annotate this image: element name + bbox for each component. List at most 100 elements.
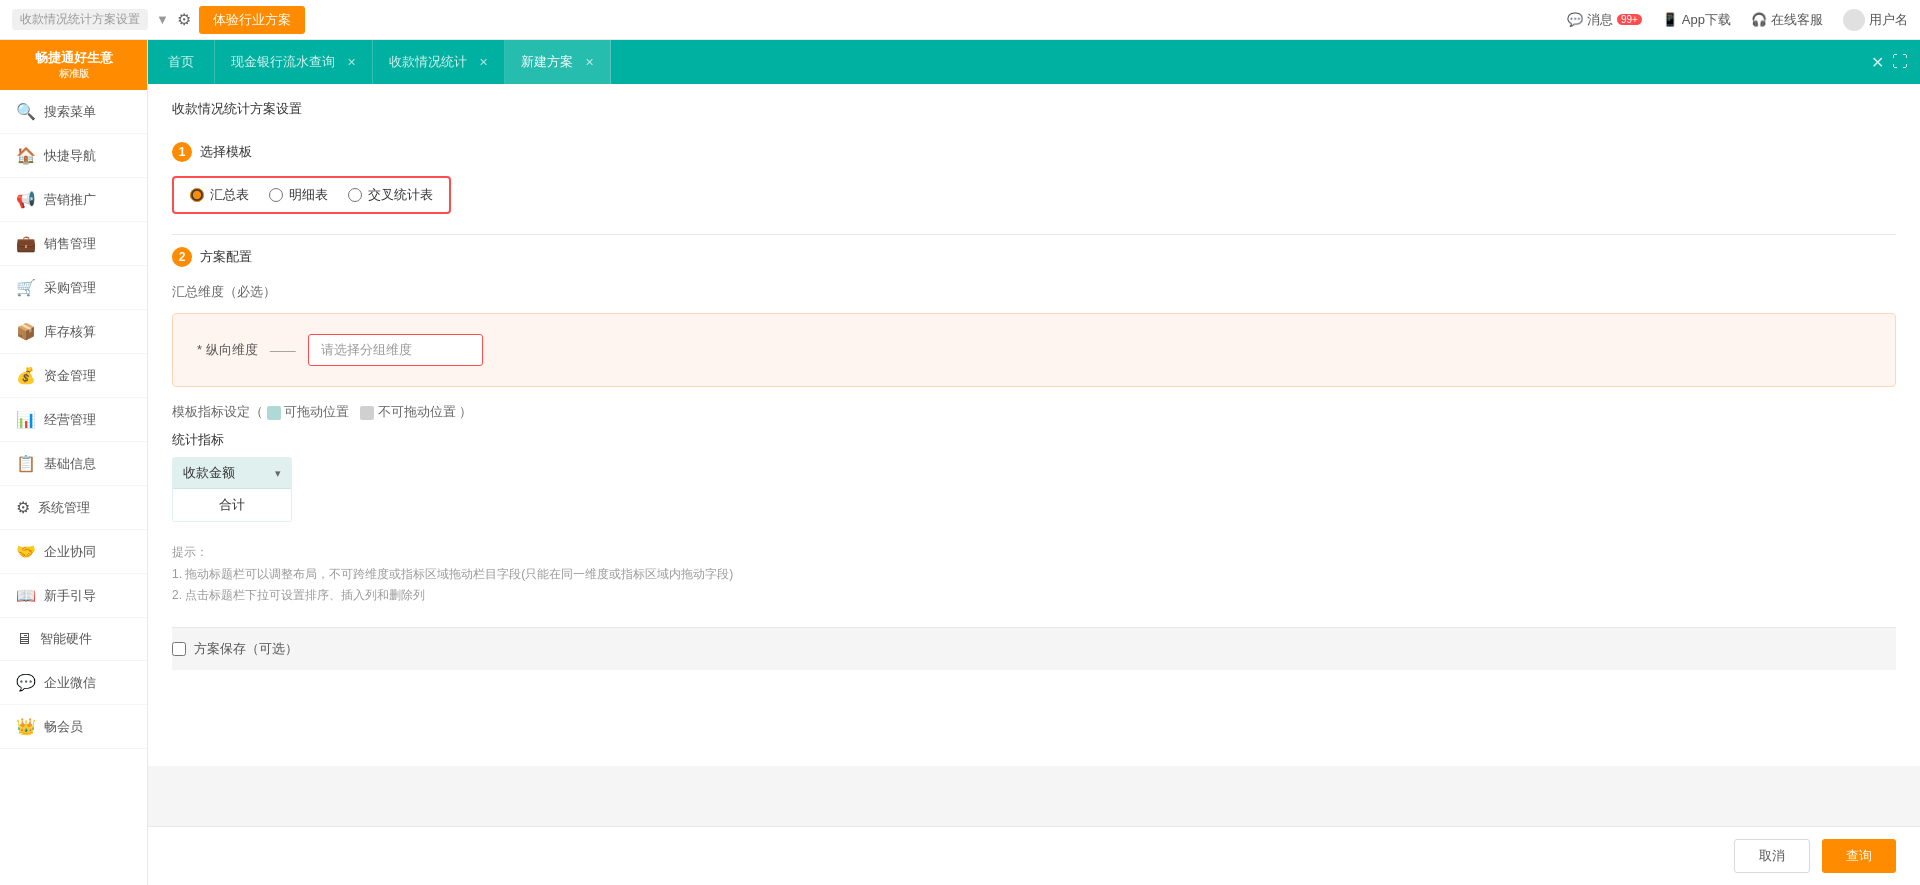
service-label: 在线客服: [1771, 11, 1823, 29]
message-badge: 99+: [1617, 14, 1642, 25]
sidebar-item-marketing[interactable]: 📢 营销推广: [0, 178, 147, 222]
tab-cashflow-label: 现金银行流水查询: [231, 53, 335, 71]
tab-newplan[interactable]: 新建方案 ✕: [505, 40, 611, 84]
app-edition: 标准版: [35, 67, 113, 81]
tab-close-icon[interactable]: ✕: [1871, 53, 1884, 72]
user-item[interactable]: 用户名: [1843, 9, 1908, 31]
inventory-icon: 📦: [16, 322, 36, 341]
dimension-title: 汇总维度（必选）: [172, 283, 1896, 301]
tab-receipts-label: 收款情况统计: [389, 53, 467, 71]
sidebar-item-collab[interactable]: 🤝 企业协同: [0, 530, 147, 574]
sidebar-item-purchase[interactable]: 🛒 采购管理: [0, 266, 147, 310]
guide-icon: 📖: [16, 586, 36, 605]
gear-icon[interactable]: ⚙: [177, 10, 191, 29]
metrics-setting-label: 模板指标设定（ 可拖动位置 不可拖动位置 ）: [172, 403, 472, 421]
sidebar-item-finance[interactable]: 💰 资金管理: [0, 354, 147, 398]
config-section: 汇总维度（必选） * 纵向维度 —— 请选择分组维度: [172, 283, 1896, 607]
sidebar-label-collab: 企业协同: [44, 543, 96, 561]
breadcrumb: 收款情况统计方案设置: [12, 9, 148, 30]
sidebar-item-hardware[interactable]: 🖥 智能硬件: [0, 618, 147, 661]
home-icon: 🏠: [16, 146, 36, 165]
dropdown-icon[interactable]: ▼: [156, 12, 169, 27]
top-header-left: 收款情况统计方案设置 ▼ ⚙ 体验行业方案: [12, 6, 305, 34]
radio-cross[interactable]: 交叉统计表: [348, 186, 433, 204]
tips-section: 提示： 1. 拖动标题栏可以调整布局，不可跨维度或指标区域拖动栏目字段(只能在同…: [172, 542, 1896, 607]
query-button[interactable]: 查询: [1822, 839, 1896, 873]
content-area: 首页 现金银行流水查询 ✕ 收款情况统计 ✕ 新建方案 ✕ ✕ ⛶: [148, 40, 1920, 885]
dimension-select[interactable]: 请选择分组维度: [308, 334, 483, 366]
metrics-area: 统计指标 收款金额 ▾ 合计: [172, 431, 1896, 522]
radio-cross-label: 交叉统计表: [368, 186, 433, 204]
save-section: 方案保存（可选）: [172, 627, 1896, 670]
tab-newplan-label: 新建方案: [521, 53, 573, 71]
tab-home[interactable]: 首页: [148, 40, 215, 84]
metrics-header: 模板指标设定（ 可拖动位置 不可拖动位置 ）: [172, 403, 1896, 421]
user-avatar: [1843, 9, 1865, 31]
cancel-button[interactable]: 取消: [1734, 839, 1810, 873]
step1-number: 1: [172, 142, 192, 162]
tips-title: 提示：: [172, 545, 208, 559]
radio-detail[interactable]: 明细表: [269, 186, 328, 204]
sidebar-item-system[interactable]: ⚙ 系统管理: [0, 486, 147, 530]
main-layout: 畅捷通好生意 标准版 🔍 搜索菜单 🏠 快捷导航 📢 营销推广 💼 销售管理 🛒…: [0, 40, 1920, 885]
save-label: 方案保存（可选）: [194, 640, 298, 658]
step2-section: 2 方案配置 汇总维度（必选） * 纵向维度 ——: [172, 247, 1896, 607]
dimension-arrow: ——: [270, 343, 296, 358]
message-icon: 💬: [1567, 12, 1583, 27]
sidebar-label-marketing: 营销推广: [44, 191, 96, 209]
sidebar-label-operations: 经营管理: [44, 411, 96, 429]
tab-newplan-close[interactable]: ✕: [585, 56, 594, 69]
sidebar-item-base[interactable]: 📋 基础信息: [0, 442, 147, 486]
page-inner: 收款情况统计方案设置 1 选择模板 汇总表 明细表: [148, 84, 1920, 766]
sidebar-label-wechat: 企业微信: [44, 674, 96, 692]
sidebar-label-sales: 销售管理: [44, 235, 96, 253]
step1-section: 1 选择模板 汇总表 明细表: [172, 142, 1896, 214]
chevron-down-icon[interactable]: ▾: [275, 467, 281, 480]
radio-summary-label: 汇总表: [210, 186, 249, 204]
step2-number: 2: [172, 247, 192, 267]
footer-actions: 取消 查询: [148, 826, 1920, 885]
tab-cashflow-close[interactable]: ✕: [347, 56, 356, 69]
save-checkbox[interactable]: [172, 642, 186, 656]
marketing-icon: 📢: [16, 190, 36, 209]
tab-cashflow[interactable]: 现金银行流水查询 ✕: [215, 40, 373, 84]
tab-receipts[interactable]: 收款情况统计 ✕: [373, 40, 505, 84]
stats-label: 统计指标: [172, 431, 1896, 449]
radio-summary[interactable]: 汇总表: [190, 186, 249, 204]
metrics-col-header[interactable]: 收款金额 ▾: [173, 458, 291, 489]
radio-detail-label: 明细表: [289, 186, 328, 204]
service-item[interactable]: 🎧 在线客服: [1751, 11, 1823, 29]
top-header: 收款情况统计方案设置 ▼ ⚙ 体验行业方案 💬 消息 99+ 📱 App下载 🎧…: [0, 0, 1920, 40]
header-right: 💬 消息 99+ 📱 App下载 🎧 在线客服 用户名: [1567, 9, 1908, 31]
search-icon: 🔍: [16, 102, 36, 121]
tip1: 1. 拖动标题栏可以调整布局，不可跨维度或指标区域拖动栏目字段(只能在同一维度或…: [172, 564, 1896, 586]
sidebar-item-wechat[interactable]: 💬 企业微信: [0, 661, 147, 705]
fixed-label: 不可拖动位置: [378, 404, 456, 419]
tab-receipts-close[interactable]: ✕: [479, 56, 488, 69]
metrics-section: 模板指标设定（ 可拖动位置 不可拖动位置 ） 统: [172, 403, 1896, 522]
fixed-legend-dot: [360, 406, 374, 420]
sidebar-item-member[interactable]: 👑 畅会员: [0, 705, 147, 749]
sidebar-item-quicknav[interactable]: 🏠 快捷导航: [0, 134, 147, 178]
dimension-area: * 纵向维度 —— 请选择分组维度: [172, 313, 1896, 387]
radio-cross-input[interactable]: [348, 188, 362, 202]
industry-button[interactable]: 体验行业方案: [199, 6, 305, 34]
app-name: 畅捷通好生意: [35, 49, 113, 67]
metrics-col-label: 收款金额: [183, 464, 235, 482]
tab-maximize-icon[interactable]: ⛶: [1892, 53, 1908, 71]
message-label: 消息: [1587, 11, 1613, 29]
sidebar-item-guide[interactable]: 📖 新手引导: [0, 574, 147, 618]
message-item[interactable]: 💬 消息 99+: [1567, 11, 1642, 29]
sidebar-label-hardware: 智能硬件: [40, 630, 92, 648]
radio-summary-input[interactable]: [190, 188, 204, 202]
download-item[interactable]: 📱 App下载: [1662, 11, 1731, 29]
sidebar-item-search[interactable]: 🔍 搜索菜单: [0, 90, 147, 134]
base-icon: 📋: [16, 454, 36, 473]
sidebar-item-operations[interactable]: 📊 经营管理: [0, 398, 147, 442]
tab-bar: 首页 现金银行流水查询 ✕ 收款情况统计 ✕ 新建方案 ✕ ✕ ⛶: [148, 40, 1920, 84]
sidebar-item-inventory[interactable]: 📦 库存核算: [0, 310, 147, 354]
sidebar-item-sales[interactable]: 💼 销售管理: [0, 222, 147, 266]
radio-detail-input[interactable]: [269, 188, 283, 202]
collab-icon: 🤝: [16, 542, 36, 561]
sidebar-label-guide: 新手引导: [44, 587, 96, 605]
